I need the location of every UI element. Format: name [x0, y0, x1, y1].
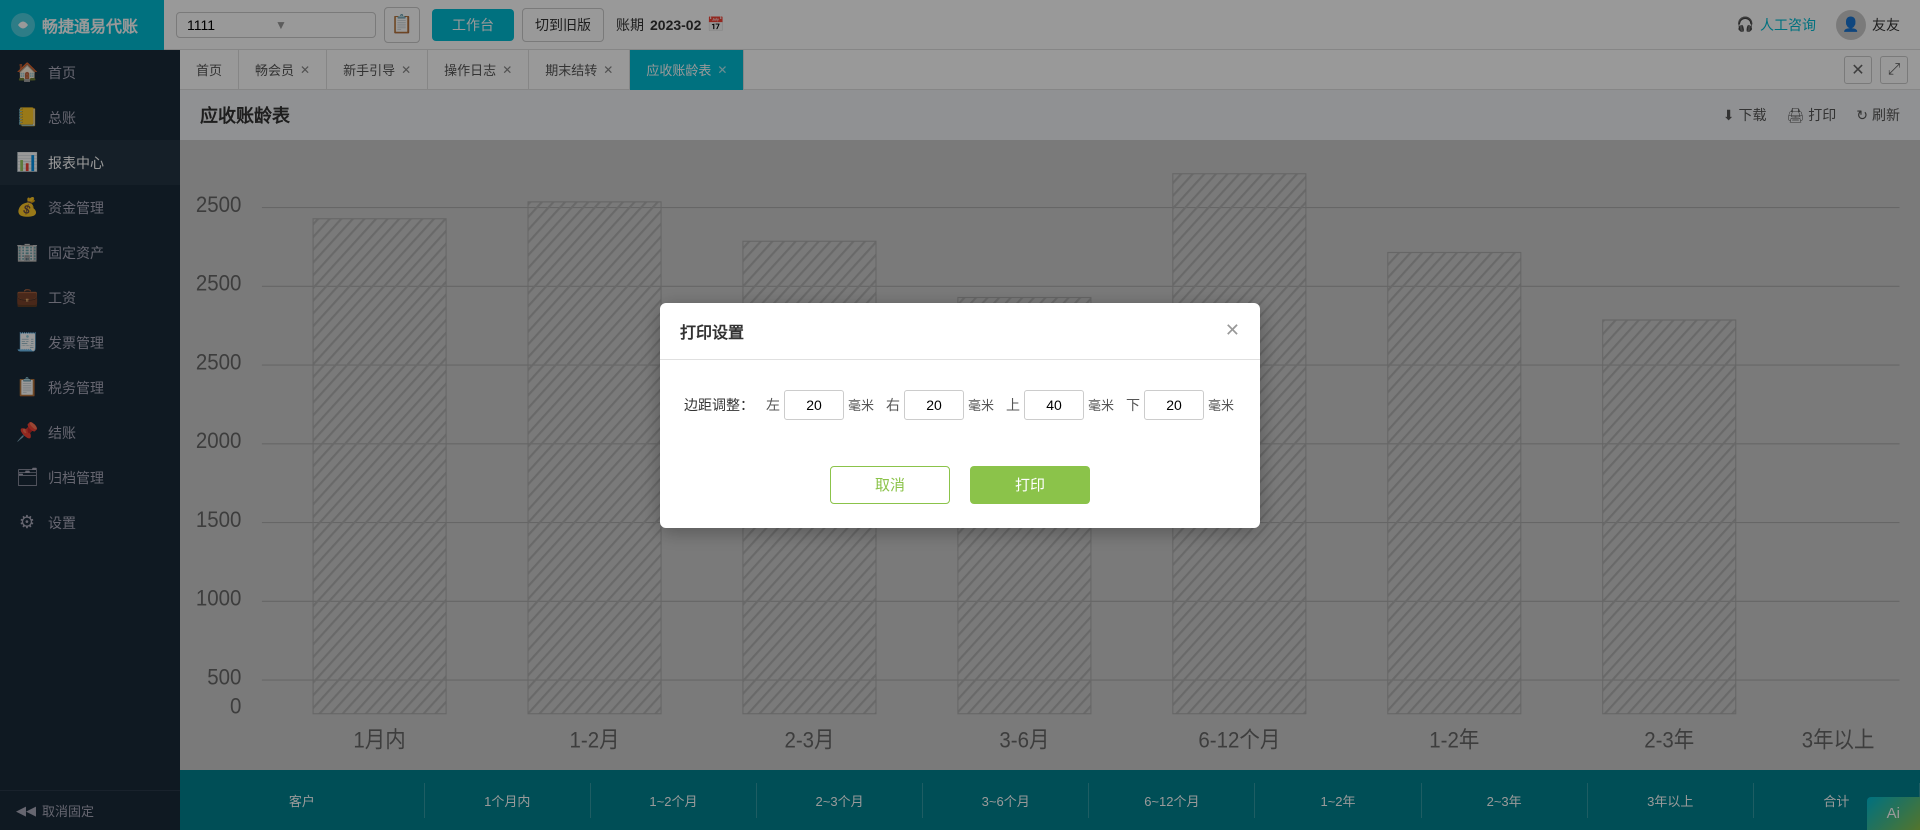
- margin-label: 边距调整：: [684, 395, 754, 415]
- bottom-label: 下: [1126, 395, 1140, 415]
- modal-body: 边距调整： 左 毫米 右 毫米 上 毫米: [660, 360, 1260, 450]
- left-unit: 毫米: [848, 395, 874, 414]
- top-margin-group: 上 毫米: [1006, 390, 1114, 420]
- modal-overlay: 打印设置 ✕ 边距调整： 左 毫米 右 毫米: [0, 0, 1920, 830]
- confirm-print-button[interactable]: 打印: [970, 466, 1090, 504]
- margin-row: 边距调整： 左 毫米 右 毫米 上 毫米: [684, 390, 1236, 420]
- print-settings-modal: 打印设置 ✕ 边距调整： 左 毫米 右 毫米: [660, 303, 1260, 528]
- left-margin-input[interactable]: [784, 390, 844, 420]
- right-margin-group: 右 毫米: [886, 390, 994, 420]
- modal-title: 打印设置: [680, 319, 744, 343]
- modal-close-button[interactable]: ✕: [1225, 320, 1240, 341]
- top-label: 上: [1006, 395, 1020, 415]
- left-margin-group: 左 毫米: [766, 390, 874, 420]
- modal-footer: 取消 打印: [660, 450, 1260, 528]
- cancel-button[interactable]: 取消: [830, 466, 950, 504]
- right-label: 右: [886, 395, 900, 415]
- bottom-margin-input[interactable]: [1144, 390, 1204, 420]
- bottom-unit: 毫米: [1208, 395, 1234, 414]
- top-unit: 毫米: [1088, 395, 1114, 414]
- bottom-margin-group: 下 毫米: [1126, 390, 1234, 420]
- modal-header: 打印设置 ✕: [660, 303, 1260, 360]
- top-margin-input[interactable]: [1024, 390, 1084, 420]
- right-unit: 毫米: [968, 395, 994, 414]
- right-margin-input[interactable]: [904, 390, 964, 420]
- left-label: 左: [766, 395, 780, 415]
